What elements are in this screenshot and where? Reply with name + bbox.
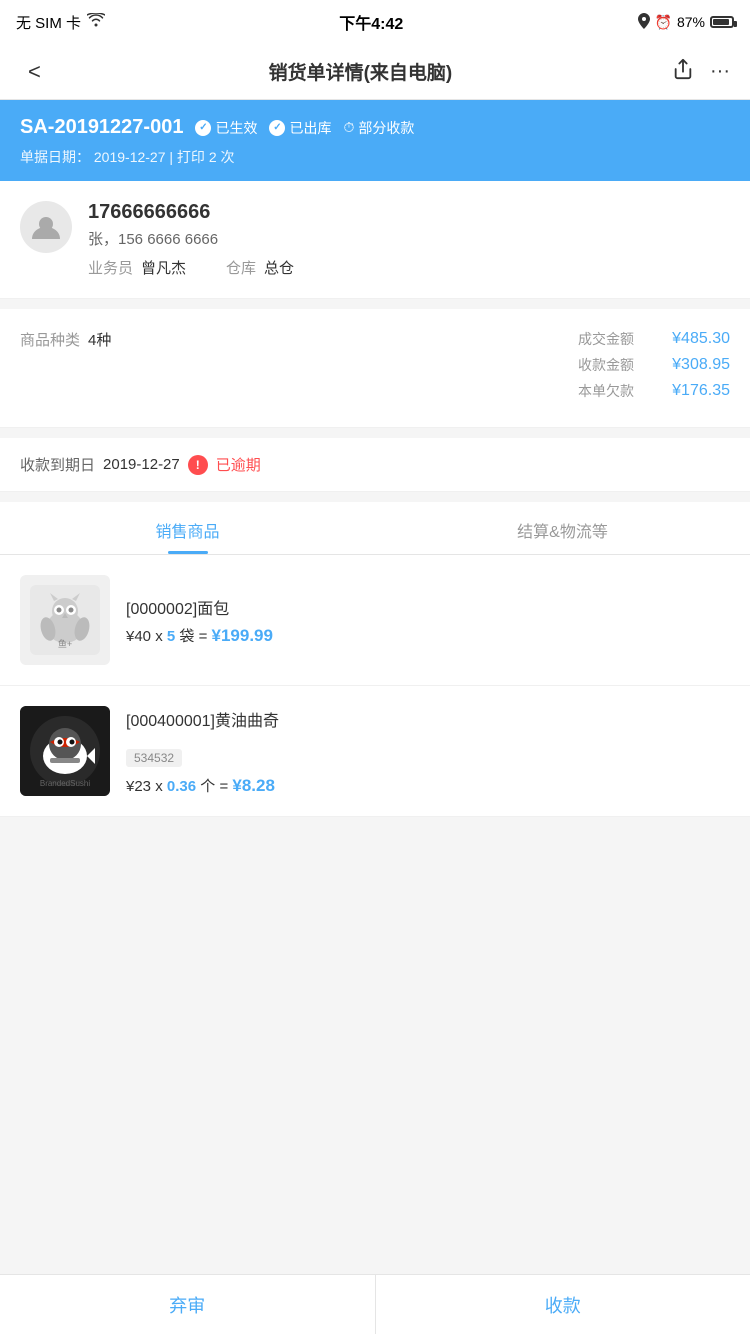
debt-amount-row: 本单欠款 ¥176.35: [578, 381, 730, 401]
wifi-icon: [87, 13, 105, 31]
overdue-text: 已逾期: [216, 454, 261, 475]
check-icon-1: [195, 120, 211, 136]
product-info-1: [0000002]面包 ¥40 x 5 袋 = ¥199.99: [126, 595, 730, 646]
tabs-header: 销售商品 结算&物流等: [0, 502, 750, 555]
status-left: 无 SIM 卡: [16, 12, 105, 33]
product-price-1: ¥40 x 5 袋 = ¥199.99: [126, 625, 730, 646]
banner-row2: 单据日期： 2019-12-27 | 打印 2 次: [20, 147, 730, 167]
sales-label: 业务员: [88, 257, 133, 278]
received-label: 收款金额: [578, 355, 634, 375]
tabs-section: 销售商品 结算&物流等: [0, 502, 750, 817]
product-total-1: ¥199.99: [212, 626, 273, 645]
product-thumb-1: 鱼+: [20, 575, 110, 665]
product-list: 鱼+ [0000002]面包 ¥40 x 5 袋 = ¥199.99: [0, 555, 750, 817]
back-button[interactable]: <: [20, 51, 49, 93]
status-bar: 无 SIM 卡 下午4:42 ⏰ 87%: [0, 0, 750, 44]
battery-text: 87%: [677, 14, 705, 30]
status-time: 下午4:42: [339, 10, 403, 34]
received-amount-row: 收款金额 ¥308.95: [578, 355, 730, 375]
product-tag-2: 534532: [126, 749, 182, 767]
debt-value: ¥176.35: [650, 382, 730, 400]
deal-amount-row: 成交金额 ¥485.30: [578, 329, 730, 349]
product-thumb-2: BrandedSushi: [20, 706, 110, 796]
svg-text:鱼+: 鱼+: [58, 638, 72, 649]
product-qty-1: 5: [167, 628, 175, 645]
order-date: 2019-12-27: [94, 149, 166, 165]
product-price-2: ¥23 x 0.36 个 = ¥8.28: [126, 775, 730, 796]
status-badge-partial: ⏱ 部分收款: [343, 118, 414, 138]
summary-section: 商品种类 4种 成交金额 ¥485.30 收款金额 ¥308.95 本单欠款 ¥…: [0, 309, 750, 428]
due-date-label: 收款到期日: [20, 454, 95, 475]
nav-bar: < 销货单详情(来自电脑) ···: [0, 44, 750, 100]
customer-meta: 业务员 曾凡杰 仓库 总仓: [88, 257, 730, 278]
confirm-button[interactable]: 收款: [376, 1275, 750, 1334]
due-date-section: 收款到期日 2019-12-27 ! 已逾期: [0, 438, 750, 492]
status-right: ⏰ 87%: [638, 13, 734, 32]
product-type-label: 商品种类: [20, 329, 80, 350]
warehouse-name: 总仓: [264, 257, 294, 278]
deal-amount-value: ¥485.30: [650, 330, 730, 348]
order-id: SA-20191227-001: [20, 116, 183, 139]
product-info-2: [000400001]黄油曲奇 534532 ¥23 x 0.36 个 = ¥8…: [126, 707, 730, 796]
amounts-group: 成交金额 ¥485.30 收款金额 ¥308.95 本单欠款 ¥176.35: [578, 329, 730, 407]
status-effective-label: 已生效: [215, 118, 257, 138]
location-icon: [638, 13, 650, 32]
customer-id: 17666666666: [88, 201, 730, 224]
alarm-icon: ⏰: [655, 14, 672, 31]
print-suffix: 次: [221, 149, 235, 165]
debt-label: 本单欠款: [578, 381, 634, 401]
print-count: 2: [209, 149, 217, 165]
overdue-icon: !: [188, 455, 208, 475]
carrier-text: 无 SIM 卡: [16, 12, 81, 33]
table-row: 鱼+ [0000002]面包 ¥40 x 5 袋 = ¥199.99: [0, 555, 750, 686]
deal-amount-label: 成交金额: [578, 329, 634, 349]
product-type-group: 商品种类 4种: [20, 329, 111, 350]
clock-icon: ⏱: [343, 119, 354, 136]
sales-meta: 业务员 曾凡杰: [88, 257, 186, 278]
customer-phone: 张，156 6666 6666: [88, 228, 730, 249]
sales-name: 曾凡杰: [141, 257, 186, 278]
tab-sales-products[interactable]: 销售商品: [0, 502, 375, 554]
product-type-value: 4种: [88, 329, 111, 350]
customer-card: 17666666666 张，156 6666 6666 业务员 曾凡杰 仓库 总…: [0, 181, 750, 299]
banner-row1: SA-20191227-001 已生效 已出库 ⏱ 部分收款: [20, 116, 730, 139]
svg-text:BrandedSushi: BrandedSushi: [40, 779, 90, 788]
battery-icon: [710, 16, 734, 28]
avatar: [20, 201, 72, 253]
product-name-1: [0000002]面包: [126, 595, 730, 619]
received-value: ¥308.95: [650, 356, 730, 374]
warehouse-meta: 仓库 总仓: [226, 257, 294, 278]
customer-info: 17666666666 张，156 6666 6666 业务员 曾凡杰 仓库 总…: [88, 201, 730, 278]
tab-settlement[interactable]: 结算&物流等: [375, 502, 750, 554]
check-icon-2: [269, 120, 285, 136]
due-date-value: 2019-12-27: [103, 456, 180, 473]
status-partial-label: 部分收款: [358, 118, 414, 138]
status-badge-effective: 已生效: [195, 118, 257, 138]
bottom-bar: 弃审 收款: [0, 1274, 750, 1334]
more-button[interactable]: ···: [710, 60, 730, 83]
header-banner: SA-20191227-001 已生效 已出库 ⏱ 部分收款 单据日期： 201…: [0, 100, 750, 181]
cancel-button[interactable]: 弃审: [0, 1275, 376, 1334]
date-label: 单据日期：: [20, 149, 90, 165]
page-title: 销货单详情(来自电脑): [49, 58, 672, 85]
nav-actions: ···: [672, 58, 730, 86]
warehouse-label: 仓库: [226, 257, 256, 278]
status-badge-shipped: 已出库: [269, 118, 331, 138]
product-qty-2: 0.36: [167, 778, 196, 795]
status-shipped-label: 已出库: [289, 118, 331, 138]
table-row: BrandedSushi [000400001]黄油曲奇 534532 ¥23 …: [0, 686, 750, 817]
summary-row: 商品种类 4种 成交金额 ¥485.30 收款金额 ¥308.95 本单欠款 ¥…: [20, 329, 730, 407]
print-sep: | 打印: [169, 149, 208, 165]
product-total-2: ¥8.28: [232, 776, 275, 795]
product-name-2: [000400001]黄油曲奇: [126, 707, 730, 731]
share-button[interactable]: [672, 58, 694, 86]
